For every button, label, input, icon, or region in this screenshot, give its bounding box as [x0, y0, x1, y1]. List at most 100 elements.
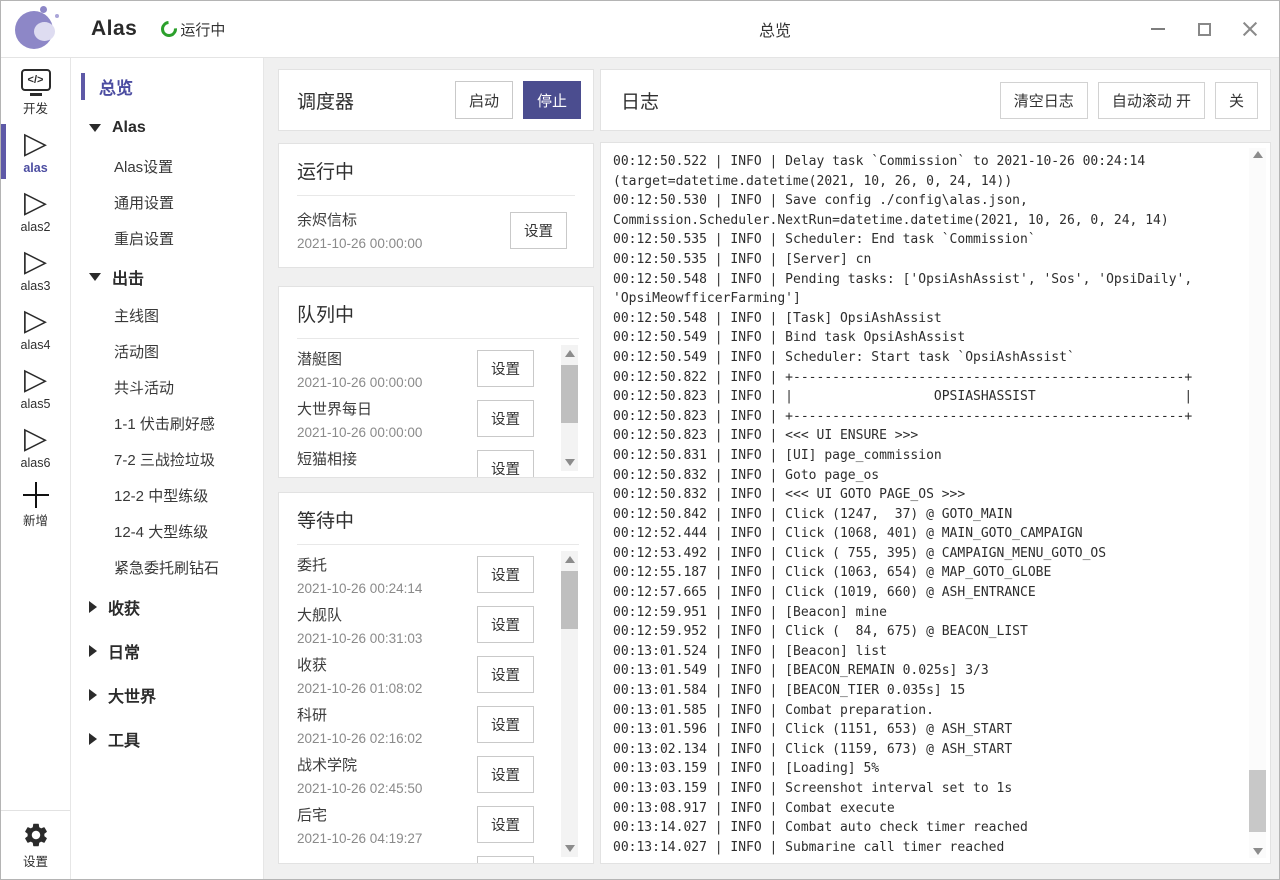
- scrollbar-thumb[interactable]: [561, 365, 578, 423]
- sidebar-item-settings[interactable]: 设置: [1, 811, 70, 879]
- sidebar-item-alas3[interactable]: ▷ alas3: [1, 240, 70, 299]
- task-setting-button[interactable]: 设置: [477, 706, 534, 743]
- scroll-down-icon[interactable]: [565, 845, 575, 852]
- instance-sidebar: </> 开发 ▷ alas ▷ alas2 ▷ alas3 ▷ alas4 ▷: [1, 58, 71, 879]
- task-setting-button[interactable]: 设置: [510, 212, 567, 249]
- task-setting-button[interactable]: 设置: [477, 556, 534, 593]
- task-time: 2021-10-26 01:08:02: [297, 681, 422, 696]
- sidebar-item-alas6[interactable]: ▷ alas6: [1, 417, 70, 476]
- task-setting-button[interactable]: 设置: [477, 350, 534, 387]
- task-time: 2021-10-26 00:00:00: [297, 375, 422, 390]
- scrollbar-thumb[interactable]: [1249, 770, 1266, 832]
- nav-group-daily[interactable]: 日常: [71, 629, 263, 673]
- scheduler-card: 调度器 启动 停止: [278, 69, 594, 131]
- nav-group-sortie[interactable]: 出击: [71, 256, 263, 297]
- waiting-card: 等待中 委托 2021-10-26 00:24:14 设置: [278, 492, 594, 864]
- log-switch-button[interactable]: 关: [1215, 82, 1258, 119]
- task-setting-button[interactable]: 设置: [477, 856, 534, 864]
- task-time: 2021-10-26 02:16:02: [297, 731, 422, 746]
- sidebar-item-alas4[interactable]: ▷ alas4: [1, 299, 70, 358]
- task-time: 2021-10-26 04:19:27: [297, 831, 422, 846]
- nav-group-alas[interactable]: Alas: [71, 107, 263, 148]
- titlebar: Alas 运行中 总览: [1, 1, 1279, 58]
- nav-item-main-map[interactable]: 主线图: [71, 297, 263, 333]
- task-setting-button[interactable]: 设置: [477, 656, 534, 693]
- stop-button[interactable]: 停止: [523, 81, 581, 119]
- play-icon: ▷: [24, 188, 47, 218]
- task-setting-button[interactable]: 设置: [477, 606, 534, 643]
- scrollbar-thumb[interactable]: [561, 571, 578, 629]
- task-name: 后宅: [297, 804, 422, 825]
- close-icon: [1242, 21, 1258, 37]
- nav-item-urgent-commission[interactable]: 紧急委托刷钻石: [71, 549, 263, 585]
- task-row: 委托 2021-10-26 00:24:14 设置: [297, 549, 534, 599]
- task-time: 2021-10-26 00:00:00: [297, 475, 422, 477]
- autoscroll-toggle-button[interactable]: 自动滚动 开: [1098, 82, 1205, 119]
- nav-item-general-settings[interactable]: 通用设置: [71, 184, 263, 220]
- start-button[interactable]: 启动: [455, 81, 513, 119]
- task-row: 余烬信标 2021-10-26 00:00:00 设置: [297, 209, 581, 251]
- play-icon: ▷: [24, 247, 47, 277]
- sidebar-item-dev[interactable]: </> 开发: [1, 63, 70, 122]
- sidebar-item-alas5[interactable]: ▷ alas5: [1, 358, 70, 417]
- task-name: 潜艇图: [297, 348, 422, 369]
- alas-logo-icon: [13, 5, 61, 53]
- nav-item-overview[interactable]: 总览: [71, 66, 263, 107]
- sidebar-item-alas[interactable]: ▷ alas: [1, 122, 70, 181]
- task-time: 2021-10-26 00:31:03: [297, 631, 422, 646]
- log-scrollbar[interactable]: [1249, 148, 1266, 858]
- sidebar-item-add[interactable]: 新增: [1, 476, 70, 535]
- log-text: 00:12:50.522 | INFO | Delay task `Commis…: [613, 152, 1240, 857]
- nav-item-alas-settings[interactable]: Alas设置: [71, 148, 263, 184]
- waiting-title: 等待中: [297, 506, 579, 545]
- chevron-right-icon: [89, 733, 97, 745]
- scroll-up-icon[interactable]: [1253, 151, 1263, 158]
- nav-group-opsi[interactable]: 大世界: [71, 673, 263, 717]
- task-time: 2021-10-26 02:45:50: [297, 781, 422, 796]
- task-row: 战术学院 2021-10-26 02:45:50 设置: [297, 749, 534, 799]
- nav-item-coalition[interactable]: 共斗活动: [71, 369, 263, 405]
- nav-item-12-2-leveling[interactable]: 12-2 中型练级: [71, 477, 263, 513]
- app-window: Alas 运行中 总览 </> 开发 ▷ alas ▷ alas2: [0, 0, 1280, 880]
- task-time: 2021-10-26 00:00:00: [297, 236, 422, 251]
- clear-log-button[interactable]: 清空日志: [1000, 82, 1088, 119]
- task-setting-button[interactable]: 设置: [477, 756, 534, 793]
- scrollbar[interactable]: [561, 345, 578, 471]
- task-row: 短猫相接 2021-10-26 00:00:00 设置: [297, 443, 534, 477]
- task-setting-button[interactable]: 设置: [477, 450, 534, 478]
- nav-item-restart-settings[interactable]: 重启设置: [71, 220, 263, 256]
- sidebar-item-alas2[interactable]: ▷ alas2: [1, 181, 70, 240]
- status-label: 运行中: [180, 19, 225, 40]
- task-setting-button[interactable]: 设置: [477, 806, 534, 843]
- minimize-button[interactable]: [1135, 1, 1181, 57]
- nav-group-tools[interactable]: 工具: [71, 717, 263, 761]
- scroll-down-icon[interactable]: [565, 459, 575, 466]
- nav-item-event-map[interactable]: 活动图: [71, 333, 263, 369]
- scrollbar[interactable]: [561, 551, 578, 857]
- task-row: 大世界每日 2021-10-26 00:00:00 设置: [297, 393, 534, 443]
- task-name: 战术学院: [297, 754, 422, 775]
- task-setting-button[interactable]: 设置: [477, 400, 534, 437]
- nav-item-1-1-affection[interactable]: 1-1 伏击刷好感: [71, 405, 263, 441]
- chevron-right-icon: [89, 689, 97, 701]
- scroll-up-icon[interactable]: [565, 350, 575, 357]
- nav-item-7-2-scrap[interactable]: 7-2 三战捡垃圾: [71, 441, 263, 477]
- log-title: 日志: [621, 87, 659, 114]
- running-spinner-icon: [158, 18, 181, 41]
- nav-item-12-4-leveling[interactable]: 12-4 大型练级: [71, 513, 263, 549]
- task-row: 大舰队 2021-10-26 00:31:03 设置: [297, 599, 534, 649]
- task-row: 商店购买 设置: [297, 849, 534, 863]
- scroll-up-icon[interactable]: [565, 556, 575, 563]
- close-button[interactable]: [1227, 1, 1273, 57]
- page-title: 总览: [759, 17, 791, 41]
- task-name: 科研: [297, 704, 422, 725]
- scroll-down-icon[interactable]: [1253, 848, 1263, 855]
- code-monitor-icon: </>: [21, 69, 51, 91]
- log-panel: 00:12:50.522 | INFO | Delay task `Commis…: [600, 142, 1271, 864]
- monitor-stand-icon: [30, 93, 42, 96]
- window-controls: [1135, 1, 1273, 57]
- task-row: 后宅 2021-10-26 04:19:27 设置: [297, 799, 534, 849]
- maximize-button[interactable]: [1181, 1, 1227, 57]
- nav-group-reward[interactable]: 收获: [71, 585, 263, 629]
- minimize-icon: [1151, 28, 1165, 30]
